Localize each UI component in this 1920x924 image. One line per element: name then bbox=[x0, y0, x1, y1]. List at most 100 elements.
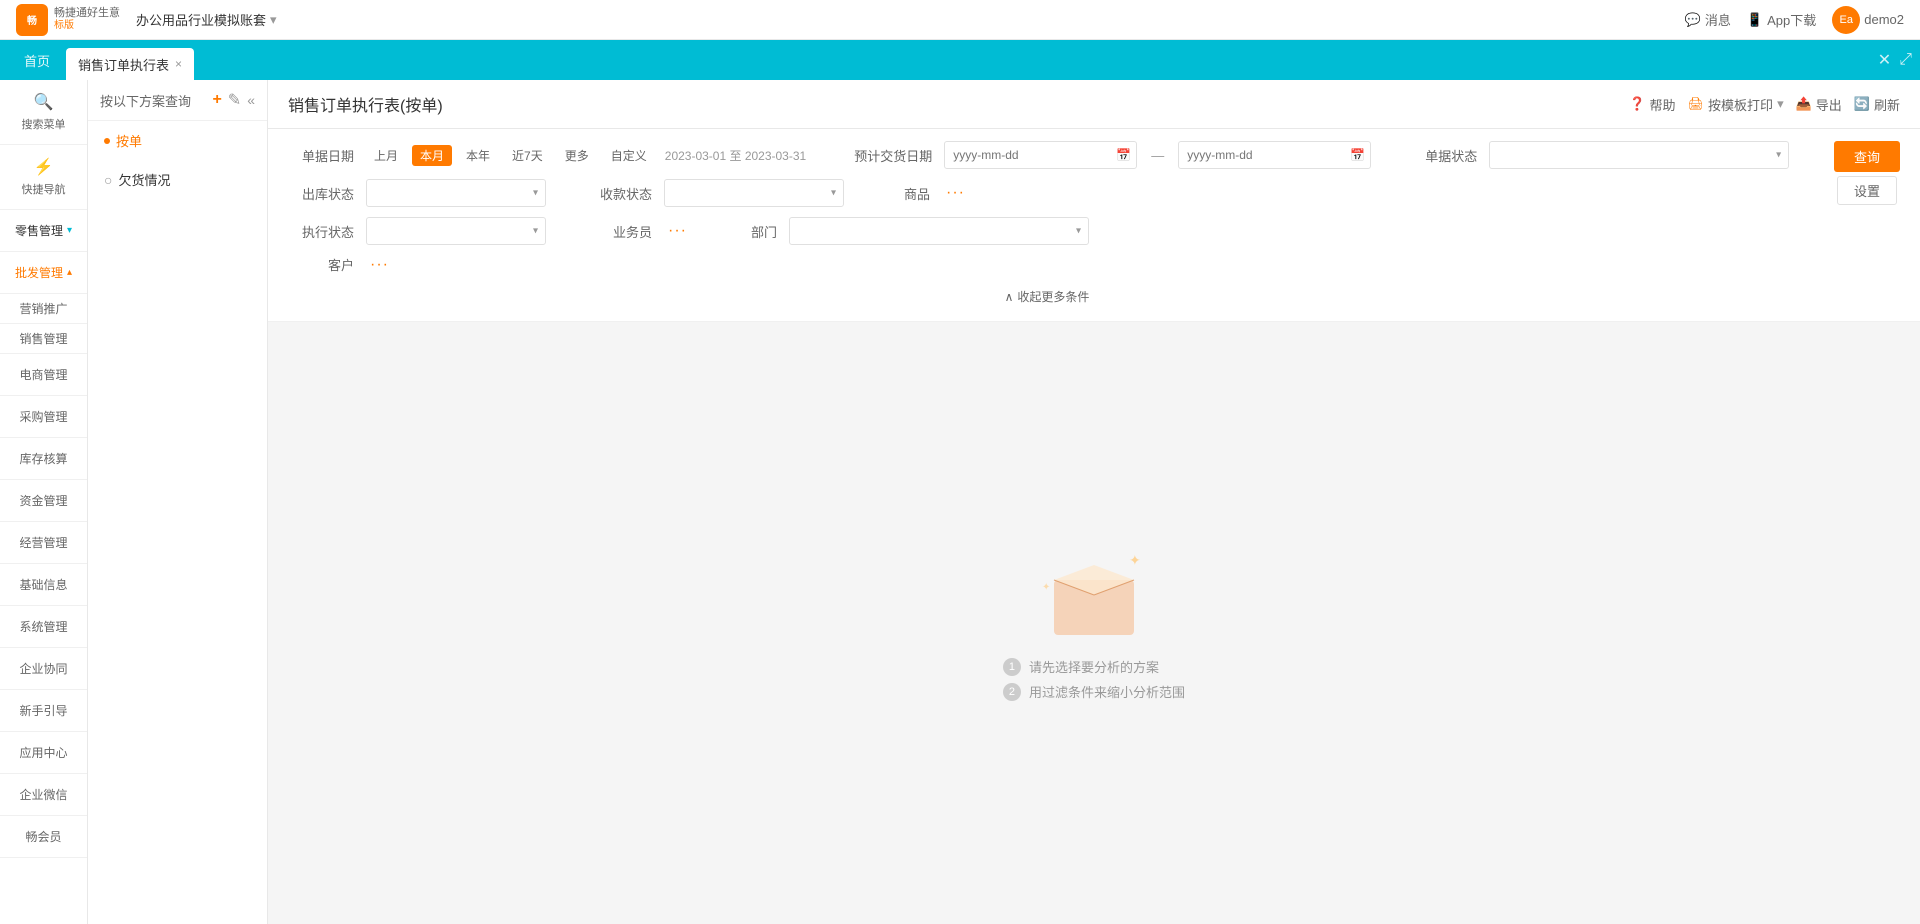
salesman-dots-button[interactable]: ··· bbox=[664, 222, 691, 240]
date-btn-this-year[interactable]: 本年 bbox=[458, 145, 498, 166]
app-name: 畅捷通好生意 标版 bbox=[54, 7, 120, 32]
date-label: 单据日期 bbox=[284, 146, 354, 165]
filter-inner: 单据日期 上月 本月 本年 近7天 更多 自定义 2023-03-01 至 20… bbox=[268, 129, 1920, 321]
left-panel: 按以下方案查询 + ✎ « 按单 ○ 欠货情况 bbox=[88, 80, 268, 924]
sidebar-item-guide[interactable]: 新手引导 bbox=[0, 690, 87, 732]
breadcrumb-arrow-icon[interactable]: ▾ bbox=[270, 12, 277, 28]
sidebar-item-member[interactable]: 畅会员 bbox=[0, 816, 87, 858]
settings-button[interactable]: 设置 bbox=[1837, 176, 1897, 205]
left-panel-actions: + ✎ « bbox=[212, 90, 255, 110]
app-logo: 畅 bbox=[16, 4, 48, 36]
search-icon: 🔍 bbox=[34, 92, 54, 112]
avatar: Ea bbox=[1832, 6, 1860, 34]
collapse-filter-button[interactable]: ∧ 收起更多条件 bbox=[284, 284, 1810, 309]
sidebar-item-enterprise[interactable]: 企业协同 bbox=[0, 648, 87, 690]
circle-icon: ○ bbox=[104, 172, 112, 188]
help-icon: ❓ bbox=[1629, 96, 1645, 112]
sidebar-item-marketing[interactable]: 营销推广 bbox=[0, 294, 87, 324]
date-from-input[interactable] bbox=[944, 141, 1137, 169]
date-to-input[interactable] bbox=[1178, 141, 1371, 169]
close-window-icon[interactable]: ✕ bbox=[1878, 50, 1891, 70]
left-panel-header: 按以下方案查询 + ✎ « bbox=[88, 80, 267, 121]
empty-illustration: ✦ ✦ bbox=[1034, 545, 1154, 645]
print-action[interactable]: 🖨 按模板打印 ▾ bbox=[1688, 95, 1784, 114]
empty-hint-1: 1 请先选择要分析的方案 bbox=[1003, 657, 1185, 676]
date-btn-last-month[interactable]: 上月 bbox=[366, 145, 406, 166]
tab-close-icon[interactable]: × bbox=[175, 57, 182, 71]
breadcrumb: 办公用品行业模拟账套 ▾ bbox=[136, 10, 277, 29]
print-chevron-icon: ▾ bbox=[1777, 96, 1784, 112]
sidebar-item-enterprise-wechat[interactable]: 企业微信 bbox=[0, 774, 87, 816]
date-btn-this-month[interactable]: 本月 bbox=[412, 145, 452, 166]
download-icon: 📱 bbox=[1747, 12, 1763, 28]
logo-area: 畅 畅捷通好生意 标版 bbox=[16, 4, 120, 36]
collapse-label: 收起更多条件 bbox=[1017, 288, 1089, 305]
tab-sales-order[interactable]: 销售订单执行表 × bbox=[66, 48, 194, 80]
sidebar-item-basic[interactable]: 基础信息 bbox=[0, 564, 87, 606]
scheme-item-by-order[interactable]: 按单 bbox=[88, 121, 267, 160]
date-btn-7days[interactable]: 近7天 bbox=[504, 145, 551, 166]
filter-row-4: 客户 ··· bbox=[284, 255, 1810, 274]
scheme-item-label: 按单 bbox=[116, 131, 142, 150]
maximize-icon[interactable]: ⤢ bbox=[1899, 51, 1912, 69]
date-btn-more[interactable]: 更多 bbox=[557, 145, 597, 166]
empty-svg: ✦ ✦ bbox=[1034, 545, 1154, 645]
scheme-item-shortage[interactable]: ○ 欠货情况 bbox=[88, 160, 267, 199]
help-action[interactable]: ❓ 帮助 bbox=[1629, 95, 1675, 114]
salesman-label: 业务员 bbox=[582, 222, 652, 241]
sidebar-item-ecommerce[interactable]: 电商管理 bbox=[0, 354, 87, 396]
filter-rows: 单据日期 上月 本月 本年 近7天 更多 自定义 2023-03-01 至 20… bbox=[268, 129, 1826, 321]
empty-hint-2: 2 用过滤条件来缩小分析范围 bbox=[1003, 682, 1185, 701]
sidebar: 🔍 搜索菜单 ⚡ 快捷导航 零售管理 ▾ 批发管理 ▴ 营销推广 销售管理 电商… bbox=[0, 80, 88, 924]
filter-section: 单据日期 上月 本月 本年 近7天 更多 自定义 2023-03-01 至 20… bbox=[268, 129, 1920, 322]
sidebar-item-inventory[interactable]: 库存核算 bbox=[0, 438, 87, 480]
customer-dots-button[interactable]: ··· bbox=[366, 256, 393, 274]
message-action[interactable]: 💬 消息 bbox=[1685, 10, 1731, 29]
date-from-wrap: 📅 bbox=[944, 141, 1137, 169]
status-select[interactable] bbox=[1489, 141, 1789, 169]
sidebar-item-sales[interactable]: 销售管理 bbox=[0, 324, 87, 354]
query-btn-group: 查询 设置 bbox=[1826, 129, 1920, 217]
edit-scheme-button[interactable]: ✎ bbox=[228, 90, 241, 110]
print-icon: 🖨 bbox=[1688, 96, 1705, 112]
sidebar-item-search[interactable]: 🔍 搜索菜单 bbox=[0, 80, 87, 145]
results-area: ✦ ✦ 1 请先选择要分析的方案 2 用过滤条件来缩小分析范围 bbox=[268, 322, 1920, 924]
sidebar-item-app-center[interactable]: 应用中心 bbox=[0, 732, 87, 774]
product-label: 商品 bbox=[880, 184, 930, 203]
sidebar-item-quick-nav[interactable]: ⚡ 快捷导航 bbox=[0, 145, 87, 210]
message-icon: 💬 bbox=[1685, 12, 1701, 28]
empty-hints: 1 请先选择要分析的方案 2 用过滤条件来缩小分析范围 bbox=[1003, 657, 1185, 701]
download-action[interactable]: 📱 App下载 bbox=[1747, 10, 1816, 29]
sidebar-item-system[interactable]: 系统管理 bbox=[0, 606, 87, 648]
collapse-panel-button[interactable]: « bbox=[247, 92, 255, 108]
product-dots-button[interactable]: ··· bbox=[942, 184, 969, 202]
delivery-select[interactable] bbox=[366, 179, 546, 207]
date-btn-custom[interactable]: 自定义 bbox=[603, 145, 655, 166]
collection-select[interactable] bbox=[664, 179, 844, 207]
quicknav-icon: ⚡ bbox=[34, 157, 54, 177]
add-scheme-button[interactable]: + bbox=[212, 91, 221, 109]
breadcrumb-text: 办公用品行业模拟账套 bbox=[136, 10, 266, 29]
filter-row-3: 执行状态 ▾ 业务员 ··· 部门 ▾ bbox=[284, 217, 1810, 245]
sidebar-item-retail[interactable]: 零售管理 ▾ bbox=[0, 210, 87, 252]
tab-home[interactable]: 首页 bbox=[8, 40, 66, 80]
sidebar-item-finance[interactable]: 资金管理 bbox=[0, 480, 87, 522]
tab-bar: 首页 销售订单执行表 × ✕ ⤢ bbox=[0, 40, 1920, 80]
main-layout: 🔍 搜索菜单 ⚡ 快捷导航 零售管理 ▾ 批发管理 ▴ 营销推广 销售管理 电商… bbox=[0, 80, 1920, 924]
exec-select[interactable] bbox=[366, 217, 546, 245]
department-select[interactable] bbox=[789, 217, 1089, 245]
tab-bar-right: ✕ ⤢ bbox=[1878, 50, 1912, 70]
status-label: 单据状态 bbox=[1407, 146, 1477, 165]
export-action[interactable]: 📤 导出 bbox=[1796, 95, 1842, 114]
top-bar-right: 💬 消息 📱 App下载 Ea demo2 bbox=[1685, 6, 1904, 34]
user-area[interactable]: Ea demo2 bbox=[1832, 6, 1904, 34]
query-button[interactable]: 查询 bbox=[1834, 141, 1900, 172]
refresh-action[interactable]: 🔄 刷新 bbox=[1854, 95, 1900, 114]
sidebar-item-purchase[interactable]: 采购管理 bbox=[0, 396, 87, 438]
sidebar-item-operations[interactable]: 经营管理 bbox=[0, 522, 87, 564]
sidebar-item-wholesale[interactable]: 批发管理 ▴ bbox=[0, 252, 87, 294]
page-header: 销售订单执行表(按单) ❓ 帮助 🖨 按模板打印 ▾ 📤 导出 bbox=[268, 80, 1920, 129]
collection-status-label: 收款状态 bbox=[582, 184, 652, 203]
top-bar-left: 畅 畅捷通好生意 标版 办公用品行业模拟账套 ▾ bbox=[16, 4, 277, 36]
collapse-up-icon: ∧ bbox=[1005, 290, 1014, 304]
